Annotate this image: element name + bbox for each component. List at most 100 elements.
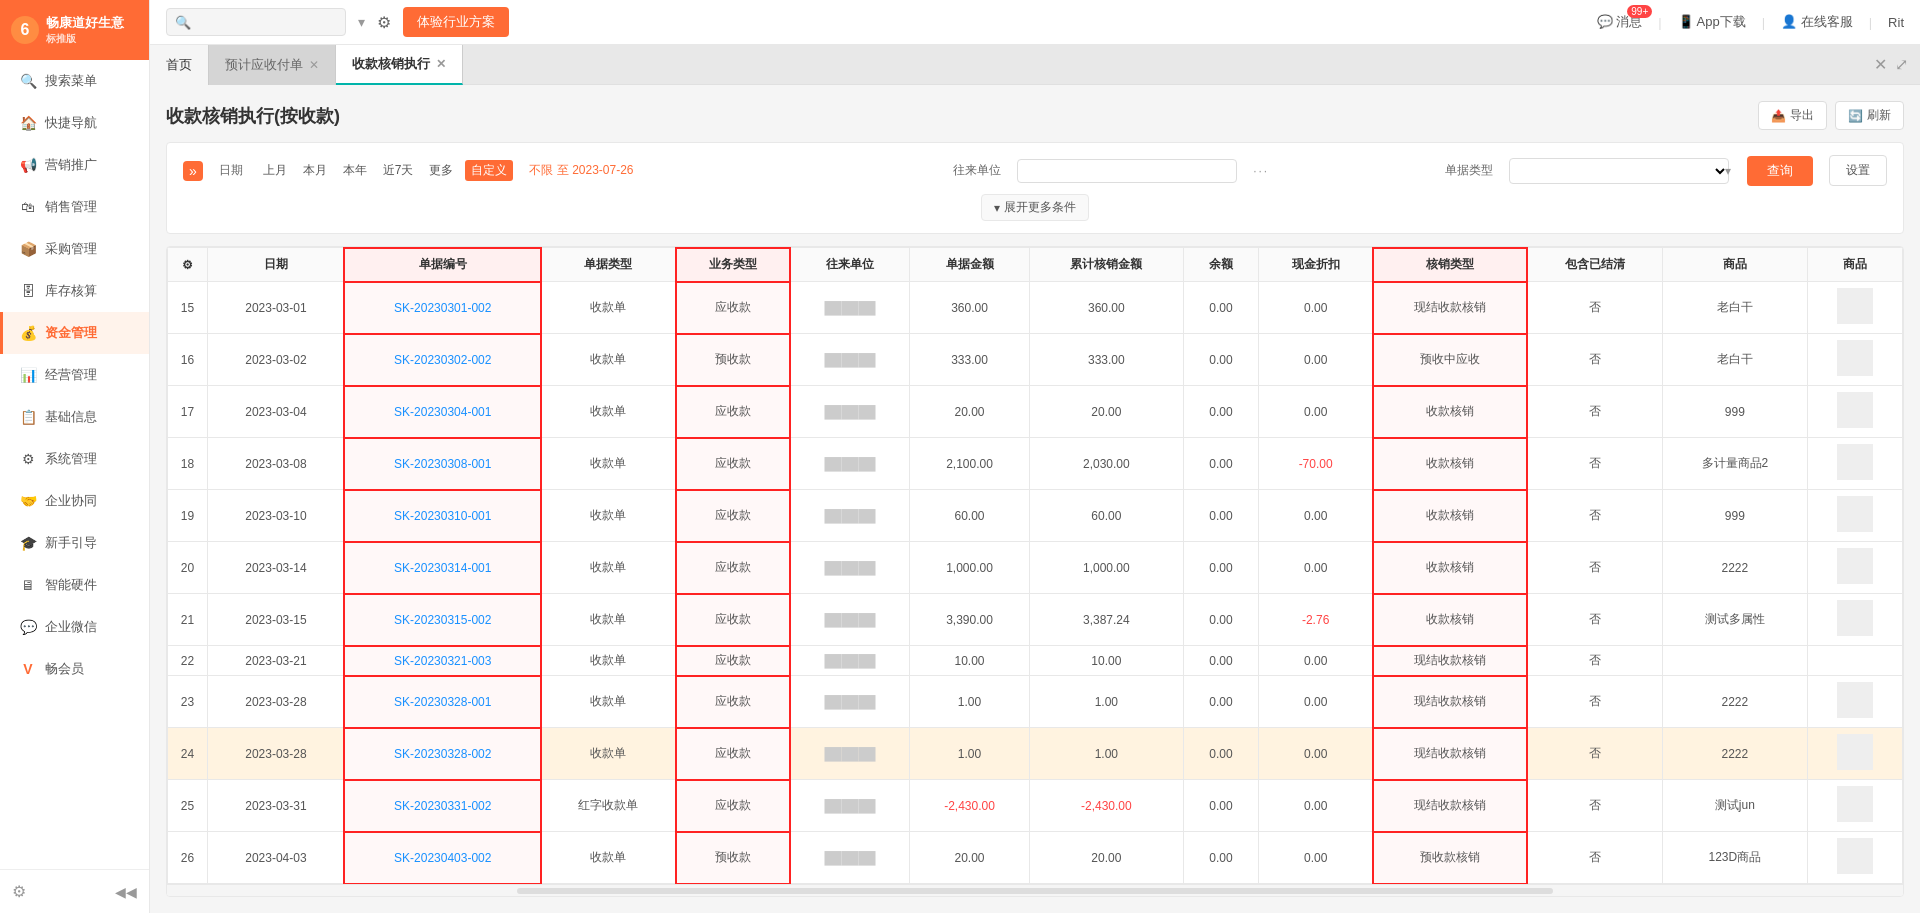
cell-goods2 — [1808, 282, 1903, 334]
cell-date: 2023-03-14 — [208, 542, 345, 594]
cell-date: 2023-03-04 — [208, 386, 345, 438]
doc-no-link[interactable]: SK-20230328-002 — [394, 747, 491, 761]
date-option-this-month[interactable]: 本月 — [299, 160, 331, 181]
sidebar-item-wechat[interactable]: 💬 企业微信 — [0, 606, 149, 648]
cell-doc-type: 收款单 — [541, 676, 676, 728]
horizontal-scrollbar[interactable] — [167, 884, 1903, 896]
col-header-cancel-type: 核销类型 — [1373, 248, 1528, 282]
cell-goods: 2222 — [1662, 542, 1808, 594]
column-settings-icon[interactable]: ⚙ — [182, 258, 193, 272]
hardware-icon: 🖥 — [19, 576, 37, 594]
expand-more-button[interactable]: ▾ 展开更多条件 — [981, 194, 1089, 221]
solution-button[interactable]: 体验行业方案 — [403, 7, 509, 37]
export-icon: 📤 — [1771, 109, 1786, 123]
settings-gear-icon[interactable]: ⚙ — [377, 13, 391, 32]
cell-goods2 — [1808, 594, 1903, 646]
cell-date: 2023-03-10 — [208, 490, 345, 542]
page-actions: 📤 导出 🔄 刷新 — [1758, 101, 1904, 130]
cell-amount: 333.00 — [910, 334, 1029, 386]
doc-no-link[interactable]: SK-20230304-001 — [394, 405, 491, 419]
svg-text:6: 6 — [21, 21, 30, 38]
cell-cash-discount: 0.00 — [1258, 676, 1373, 728]
table-row: 18 2023-03-08 SK-20230308-001 收款单 应收款 ██… — [168, 438, 1903, 490]
sidebar-item-sales[interactable]: 🛍 销售管理 — [0, 186, 149, 228]
messages-button[interactable]: 💬 消息 99+ — [1597, 13, 1643, 31]
filter-row-main: » 日期 上月 本月 本年 近7天 更多 自定义 不限 至 2023-07-26 — [183, 155, 1887, 186]
cell-biz-type: 应收款 — [676, 282, 791, 334]
sidebar-item-finance[interactable]: 💰 资金管理 — [0, 312, 149, 354]
cell-amount: 360.00 — [910, 282, 1029, 334]
doc-type-select[interactable] — [1509, 158, 1729, 184]
tab-expand-icon[interactable]: ⤢ — [1895, 55, 1908, 74]
sidebar-item-system[interactable]: ⚙ 系统管理 — [0, 438, 149, 480]
sidebar-item-inventory[interactable]: 🗄 库存核算 — [0, 270, 149, 312]
col-header-settings[interactable]: ⚙ — [168, 248, 208, 282]
tab-receipt-exec-close-icon[interactable]: ✕ — [436, 57, 446, 71]
app-download-button[interactable]: 📱 App下载 — [1678, 13, 1746, 31]
sidebar-item-purchase[interactable]: 📦 采购管理 — [0, 228, 149, 270]
doc-no-link[interactable]: SK-20230403-002 — [394, 851, 491, 865]
sidebar-item-marketing[interactable]: 📢 营销推广 — [0, 144, 149, 186]
doc-no-link[interactable]: SK-20230302-002 — [394, 353, 491, 367]
cell-row-num: 16 — [168, 334, 208, 386]
tab-receipt-exec[interactable]: 收款核销执行 ✕ — [336, 45, 463, 85]
user-name[interactable]: Rit — [1888, 15, 1904, 30]
date-option-7days[interactable]: 近7天 — [379, 160, 418, 181]
cell-goods: 999 — [1662, 490, 1808, 542]
tab-prepay-close-icon[interactable]: ✕ — [309, 58, 319, 72]
sidebar-item-hardware[interactable]: 🖥 智能硬件 — [0, 564, 149, 606]
sidebar-item-quick-nav[interactable]: 🏠 快捷导航 — [0, 102, 149, 144]
cell-balance: 0.00 — [1184, 832, 1259, 884]
sidebar-item-basic[interactable]: 📋 基础信息 — [0, 396, 149, 438]
wechat-icon: 💬 — [19, 618, 37, 636]
filter-toggle-button[interactable]: » — [183, 161, 203, 181]
sidebar-item-guide[interactable]: 🎓 新手引导 — [0, 522, 149, 564]
cell-partner: ██████ — [790, 676, 910, 728]
date-option-last-month[interactable]: 上月 — [259, 160, 291, 181]
export-button[interactable]: 📤 导出 — [1758, 101, 1827, 130]
cell-biz-type: 应收款 — [676, 438, 791, 490]
table-scroll[interactable]: ⚙ 日期 单据编号 单据类型 业务类型 往来单位 单据金额 累计核销金额 余额 — [167, 247, 1903, 884]
phone-icon: 📱 — [1678, 14, 1694, 29]
cell-cumulative: 10.00 — [1029, 646, 1184, 676]
sidebar-item-operation[interactable]: 📊 经营管理 — [0, 354, 149, 396]
sidebar-settings-icon[interactable]: ⚙ — [12, 882, 26, 901]
tabbar-actions: ✕ ⤢ — [1874, 55, 1920, 74]
doc-no-link[interactable]: SK-20230314-001 — [394, 561, 491, 575]
cell-cash-discount: 0.00 — [1258, 282, 1373, 334]
cell-cancel-type: 收款核销 — [1373, 594, 1528, 646]
sidebar-item-search[interactable]: 🔍 搜索菜单 — [0, 60, 149, 102]
tab-prepay[interactable]: 预计应收付单 ✕ — [209, 45, 336, 85]
cell-include-settled: 否 — [1527, 490, 1662, 542]
refresh-button[interactable]: 🔄 刷新 — [1835, 101, 1904, 130]
date-option-this-year[interactable]: 本年 — [339, 160, 371, 181]
cell-amount: 20.00 — [910, 832, 1029, 884]
doc-no-link[interactable]: SK-20230331-002 — [394, 799, 491, 813]
tab-close-all-icon[interactable]: ✕ — [1874, 55, 1887, 74]
system-icon: ⚙ — [19, 450, 37, 468]
cell-doc-no: SK-20230301-002 — [344, 282, 541, 334]
date-option-more[interactable]: 更多 — [425, 160, 457, 181]
doc-no-link[interactable]: SK-20230301-002 — [394, 301, 491, 315]
doc-no-link[interactable]: SK-20230315-002 — [394, 613, 491, 627]
sidebar-item-enterprise[interactable]: 🤝 企业协同 — [0, 480, 149, 522]
filter-settings-button[interactable]: 设置 — [1829, 155, 1887, 186]
doc-no-link[interactable]: SK-20230321-003 — [394, 654, 491, 668]
doc-no-link[interactable]: SK-20230308-001 — [394, 457, 491, 471]
online-service-button[interactable]: 👤 在线客服 — [1781, 13, 1853, 31]
tab-home[interactable]: 首页 — [150, 45, 209, 85]
sidebar-item-member[interactable]: V 畅会员 — [0, 648, 149, 690]
doc-no-link[interactable]: SK-20230328-001 — [394, 695, 491, 709]
sidebar-item-label: 系统管理 — [45, 450, 97, 468]
dropdown-arrow-icon[interactable]: ▾ — [358, 14, 365, 30]
sidebar-collapse-icon[interactable]: ◀◀ — [115, 884, 137, 900]
sidebar-item-label: 营销推广 — [45, 156, 97, 174]
query-button[interactable]: 查询 — [1747, 156, 1813, 186]
message-badge: 99+ — [1627, 5, 1652, 18]
cell-doc-no: SK-20230308-001 — [344, 438, 541, 490]
topbar-search-box[interactable]: 🔍 — [166, 8, 346, 36]
sidebar-nav: 🔍 搜索菜单 🏠 快捷导航 📢 营销推广 🛍 销售管理 📦 采购管理 🗄 — [0, 60, 149, 869]
partner-input[interactable] — [1017, 159, 1237, 183]
doc-no-link[interactable]: SK-20230310-001 — [394, 509, 491, 523]
date-option-custom[interactable]: 自定义 — [465, 160, 513, 181]
